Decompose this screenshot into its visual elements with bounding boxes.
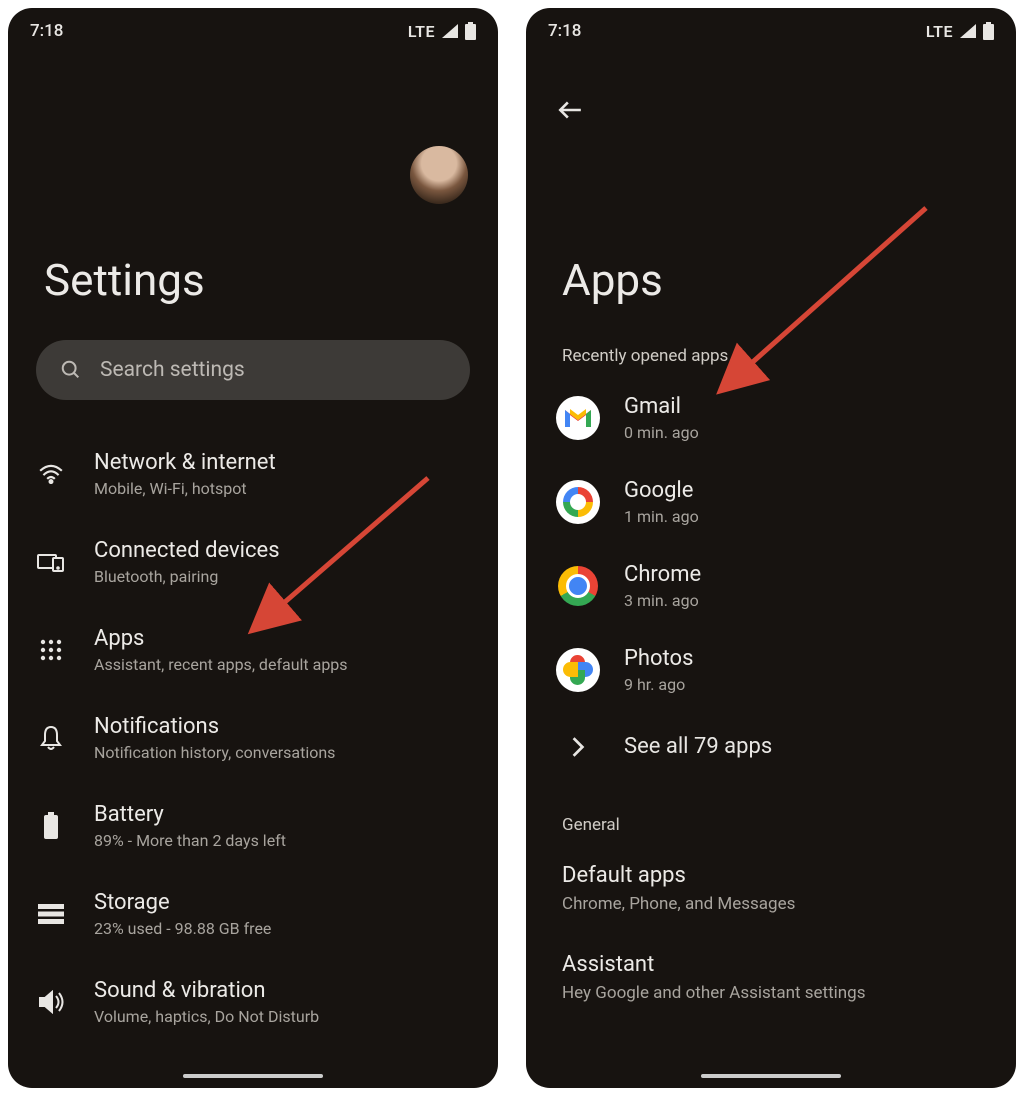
item-title: Battery (94, 802, 286, 827)
storage-icon (32, 904, 70, 924)
item-title: Network & internet (94, 450, 276, 475)
status-right: LTE (408, 22, 476, 41)
settings-list: Network & internet Mobile, Wi-Fi, hotspo… (8, 410, 498, 1046)
item-sub: Chrome, Phone, and Messages (562, 894, 980, 914)
chevron-right-icon (556, 736, 600, 758)
profile-avatar[interactable] (410, 146, 468, 204)
gmail-icon (556, 396, 600, 440)
network-label: LTE (408, 22, 435, 41)
item-title: Apps (94, 626, 348, 651)
item-title: Connected devices (94, 538, 280, 563)
item-sub: Notification history, conversations (94, 743, 335, 762)
app-name: Photos (624, 646, 693, 671)
photos-icon (556, 648, 600, 692)
app-name: Chrome (624, 562, 701, 587)
page-title: Settings (8, 254, 498, 306)
status-bar: 7:18 LTE (8, 8, 498, 54)
wifi-icon (32, 464, 70, 484)
item-sub: 23% used - 98.88 GB free (94, 919, 271, 938)
see-all-label: See all 79 apps (624, 734, 772, 759)
settings-item-battery[interactable]: Battery 89% - More than 2 days left (18, 782, 488, 870)
status-time: 7:18 (548, 21, 581, 41)
app-time: 1 min. ago (624, 507, 699, 526)
battery-icon (983, 22, 994, 40)
status-time: 7:18 (30, 21, 63, 41)
settings-item-sound[interactable]: Sound & vibration Volume, haptics, Do No… (18, 958, 488, 1046)
search-placeholder: Search settings (100, 358, 245, 382)
battery-icon (465, 22, 476, 40)
item-sub: 89% - More than 2 days left (94, 831, 286, 850)
settings-item-storage[interactable]: Storage 23% used - 98.88 GB free (18, 870, 488, 958)
see-all-apps[interactable]: See all 79 apps (526, 712, 1016, 781)
home-indicator[interactable] (701, 1074, 841, 1078)
home-indicator[interactable] (183, 1074, 323, 1078)
item-sub: Hey Google and other Assistant settings (562, 983, 980, 1003)
chrome-icon (556, 564, 600, 608)
app-name: Gmail (624, 394, 699, 419)
app-time: 0 min. ago (624, 423, 699, 442)
devices-icon (32, 552, 70, 572)
status-right: LTE (926, 22, 994, 41)
app-row-chrome[interactable]: Chrome 3 min. ago (526, 544, 1016, 628)
item-title: Storage (94, 890, 271, 915)
app-time: 9 hr. ago (624, 675, 693, 694)
signal-icon (441, 23, 459, 39)
page-title: Apps (526, 254, 1016, 306)
network-label: LTE (926, 22, 953, 41)
settings-item-notifications[interactable]: Notifications Notification history, conv… (18, 694, 488, 782)
item-title: Assistant (562, 952, 980, 977)
settings-screen: 7:18 LTE Settings Search settings Networ… (8, 8, 498, 1088)
general-label: General (526, 781, 1016, 849)
app-name: Google (624, 478, 699, 503)
battery-vertical-icon (32, 812, 70, 840)
signal-icon (959, 23, 977, 39)
item-title: Notifications (94, 714, 335, 739)
bell-icon (32, 725, 70, 751)
item-sub: Volume, haptics, Do Not Disturb (94, 1007, 319, 1026)
search-icon (60, 359, 82, 381)
status-bar: 7:18 LTE (526, 8, 1016, 54)
item-sub: Bluetooth, pairing (94, 567, 280, 586)
apps-screen: 7:18 LTE Apps Recently opened apps Gmail… (526, 8, 1016, 1088)
recent-apps-label: Recently opened apps (526, 346, 1016, 366)
app-row-photos[interactable]: Photos 9 hr. ago (526, 628, 1016, 712)
app-row-gmail[interactable]: Gmail 0 min. ago (526, 376, 1016, 460)
item-title: Default apps (562, 863, 980, 888)
app-time: 3 min. ago (624, 591, 701, 610)
volume-icon (32, 990, 70, 1014)
app-row-google[interactable]: Google 1 min. ago (526, 460, 1016, 544)
settings-item-apps[interactable]: Apps Assistant, recent apps, default app… (18, 606, 488, 694)
item-title: Sound & vibration (94, 978, 319, 1003)
item-sub: Mobile, Wi-Fi, hotspot (94, 479, 276, 498)
general-item-assistant[interactable]: Assistant Hey Google and other Assistant… (526, 938, 1016, 1027)
search-settings[interactable]: Search settings (36, 340, 470, 400)
google-icon (556, 480, 600, 524)
apps-icon (32, 639, 70, 661)
general-item-default-apps[interactable]: Default apps Chrome, Phone, and Messages (526, 849, 1016, 938)
settings-item-connected-devices[interactable]: Connected devices Bluetooth, pairing (18, 518, 488, 606)
item-sub: Assistant, recent apps, default apps (94, 655, 348, 674)
back-button[interactable] (550, 90, 590, 130)
settings-item-network[interactable]: Network & internet Mobile, Wi-Fi, hotspo… (18, 430, 488, 518)
